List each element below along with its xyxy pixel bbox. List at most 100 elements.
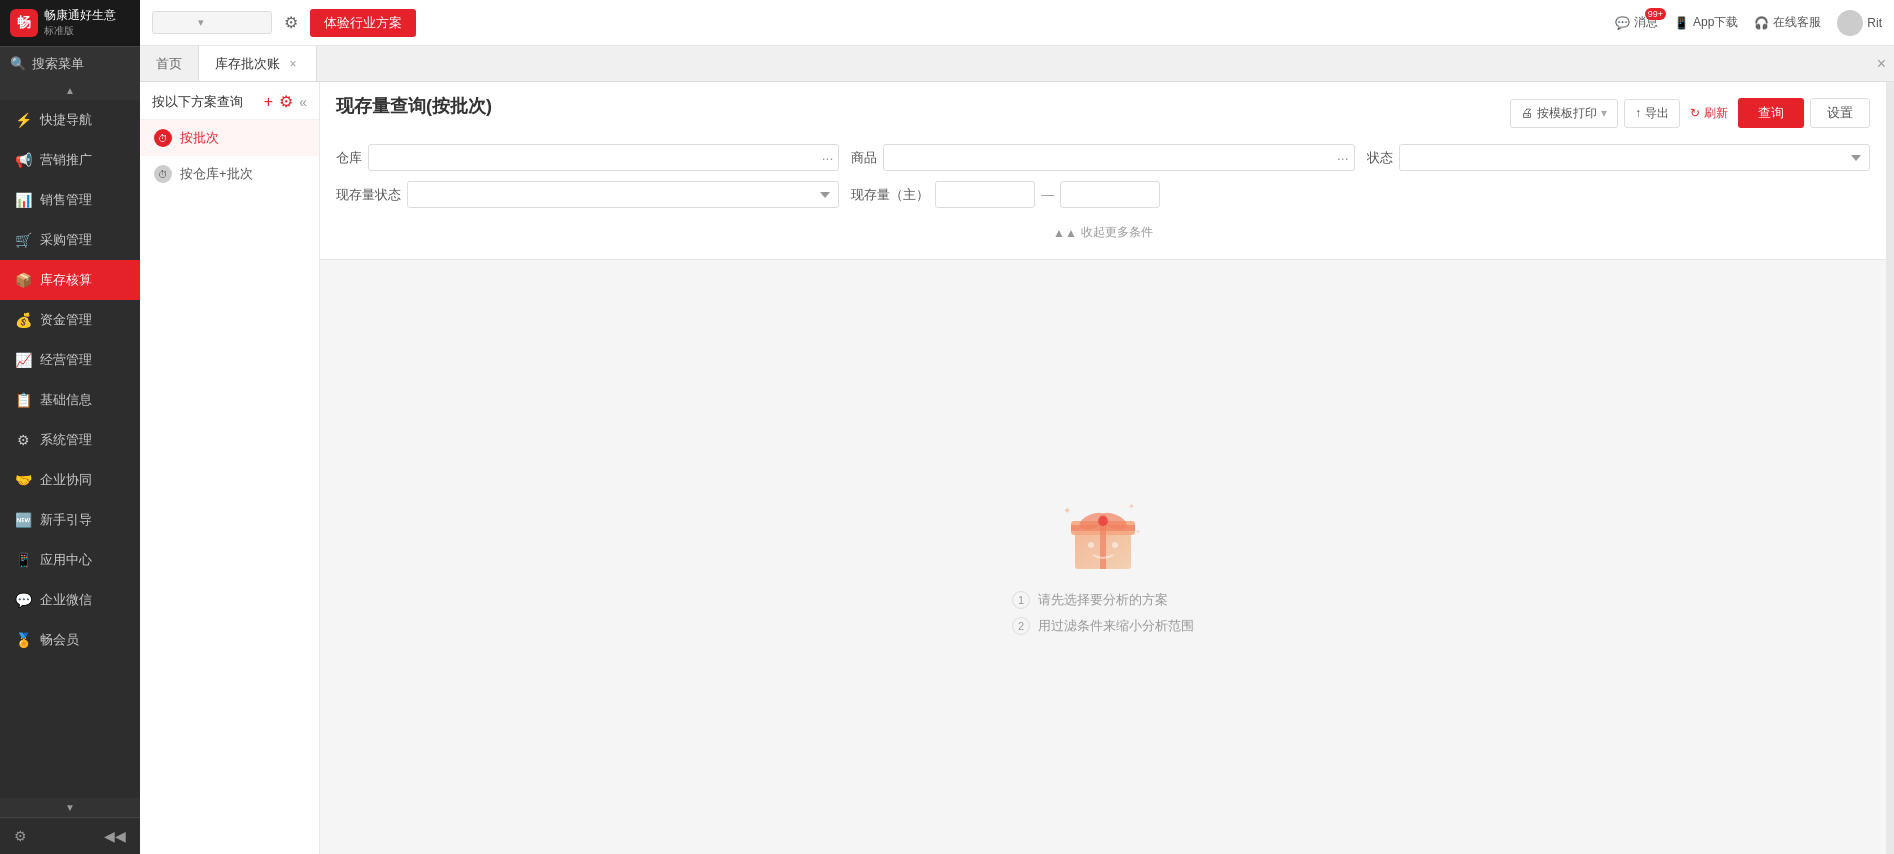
status-select[interactable]: 正常 停用 [1399, 144, 1870, 171]
online-service-action[interactable]: 🎧 在线客服 [1754, 14, 1821, 31]
messages-badge: 99+ [1645, 8, 1666, 20]
basic-icon: 📋 [14, 391, 32, 409]
guide-icon: 🆕 [14, 511, 32, 529]
sidebar-item-label: 资金管理 [40, 311, 92, 329]
marketing-icon: 📢 [14, 151, 32, 169]
sidebar-item-inventory[interactable]: 📦 库存核算 [0, 260, 140, 300]
filter-group-inventory-quantity: 现存量（主） — [851, 181, 1354, 208]
warehouse-input-wrap: ··· [368, 144, 839, 171]
search-label: 搜索菜单 [32, 55, 84, 73]
user-action[interactable]: Rit [1837, 10, 1882, 36]
sidebar-item-label: 快捷导航 [40, 111, 92, 129]
sidebar-item-member[interactable]: 🏅 畅会员 [0, 620, 140, 660]
sidebar-item-quicknav[interactable]: ⚡ 快捷导航 [0, 100, 140, 140]
messages-action[interactable]: 💬 消息 99+ [1615, 14, 1658, 31]
scheme-icon-warehouse-batch: ⏱ [154, 165, 172, 183]
purchase-icon: 🛒 [14, 231, 32, 249]
product-filter-label: 商品 [851, 149, 877, 167]
refresh-button[interactable]: ↻ 刷新 [1686, 100, 1732, 127]
collapse-label: 收起更多条件 [1081, 224, 1153, 241]
sidebar-item-enterprise[interactable]: 🤝 企业协同 [0, 460, 140, 500]
sidebar-item-label: 营销推广 [40, 151, 92, 169]
warehouse-filter-label: 仓库 [336, 149, 362, 167]
svg-text:✦: ✦ [1063, 505, 1071, 516]
svg-text:✦: ✦ [1128, 502, 1135, 511]
empty-steps: 1 请先选择要分析的方案 2 用过滤条件来缩小分析范围 [1012, 591, 1194, 635]
sidebar-item-purchase[interactable]: 🛒 采购管理 [0, 220, 140, 260]
svg-text:✦: ✦ [1135, 528, 1141, 535]
sidebar-item-system[interactable]: ⚙ 系统管理 [0, 420, 140, 460]
sidebar-item-wechat[interactable]: 💬 企业微信 [0, 580, 140, 620]
scheme-icon-batch: ⏱ [154, 129, 172, 147]
settings-icon[interactable]: ⚙ [14, 828, 27, 844]
quicknav-icon: ⚡ [14, 111, 32, 129]
tab-close-main-icon[interactable]: × [1877, 55, 1886, 73]
filter-group-product: 商品 ··· [851, 144, 1354, 171]
export-label: 导出 [1645, 105, 1669, 122]
range-separator: — [1041, 187, 1054, 202]
export-button[interactable]: ↑ 导出 [1624, 99, 1680, 128]
print-icon: 🖨 [1521, 106, 1533, 120]
sidebar-item-marketing[interactable]: 📢 营销推广 [0, 140, 140, 180]
sidebar-search[interactable]: 🔍 搜索菜单 [0, 47, 140, 81]
topbar-left: ▾ ⚙ 体验行业方案 [152, 9, 1605, 37]
left-panel-title: 按以下方案查询 [152, 93, 243, 111]
sidebar-item-sales[interactable]: 📊 销售管理 [0, 180, 140, 220]
scroll-down-button[interactable]: ▼ [0, 798, 140, 817]
query-button[interactable]: 查询 [1738, 98, 1804, 128]
empty-state: ✦ ✦ ✦ 1 请先选择要分析的方案 2 用过滤条件来缩小分析范围 [320, 260, 1886, 854]
tab-close-icon[interactable]: × [286, 57, 300, 71]
scroll-up-button[interactable]: ▲ [0, 81, 140, 100]
svg-point-7 [1088, 542, 1094, 548]
sidebar-item-finance[interactable]: 💰 资金管理 [0, 300, 140, 340]
app-download-action[interactable]: 📱 App下载 [1674, 14, 1738, 31]
topbar: ▾ ⚙ 体验行业方案 💬 消息 99+ 📱 App下载 🎧 在线客服 Rit [140, 0, 1894, 46]
template-print-dropdown-icon: ▾ [1601, 106, 1607, 120]
collapse-panel-icon[interactable]: « [299, 94, 307, 110]
sidebar-bottom: ⚙ ◀◀ [0, 817, 140, 854]
template-print-button[interactable]: 🖨 按模板打印 ▾ [1510, 99, 1618, 128]
scheme-settings-icon[interactable]: ⚙ [279, 92, 293, 111]
right-panel: 现存量查询(按批次) 🖨 按模板打印 ▾ ↑ 导出 ↻ [320, 82, 1886, 854]
sidebar-item-basic[interactable]: 📋 基础信息 [0, 380, 140, 420]
filter-row-1: 仓库 ··· 商品 ··· 状态 [336, 144, 1870, 171]
warehouse-dots-icon[interactable]: ··· [822, 150, 834, 166]
scheme-item-batch[interactable]: ⏱ 按批次 [140, 120, 319, 156]
product-input[interactable] [883, 144, 1354, 171]
left-panel-actions: + ⚙ « [264, 92, 307, 111]
refresh-icon: ↻ [1690, 106, 1700, 120]
scheme-item-warehouse-batch[interactable]: ⏱ 按仓库+批次 [140, 156, 319, 192]
settings-button[interactable]: 设置 [1810, 98, 1870, 128]
sidebar: 畅 畅康通好生意 标准版 🔍 搜索菜单 ▲ ⚡ 快捷导航 📢 营销推广 📊 销售… [0, 0, 140, 854]
sidebar-item-operations[interactable]: 📈 经营管理 [0, 340, 140, 380]
trial-button[interactable]: 体验行业方案 [310, 9, 416, 37]
product-dots-icon[interactable]: ··· [1337, 150, 1349, 166]
collapse-sidebar-icon[interactable]: ◀◀ [104, 828, 126, 844]
empty-illustration: ✦ ✦ ✦ [1053, 479, 1153, 579]
wechat-icon: 💬 [14, 591, 32, 609]
tab-inventory-batch[interactable]: 库存批次账 × [199, 46, 317, 81]
tab-inventory-batch-label: 库存批次账 [215, 55, 280, 73]
gear-icon[interactable]: ⚙ [280, 9, 302, 36]
warehouse-input[interactable] [368, 144, 839, 171]
add-scheme-icon[interactable]: + [264, 93, 273, 111]
sidebar-item-appcenter[interactable]: 📱 应用中心 [0, 540, 140, 580]
step-2-text: 用过滤条件来缩小分析范围 [1038, 617, 1194, 635]
sidebar-item-guide[interactable]: 🆕 新手引导 [0, 500, 140, 540]
inventory-status-select[interactable] [407, 181, 839, 208]
scheme-item-batch-label: 按批次 [180, 129, 219, 147]
filter-group-inventory-status: 现存量状态 [336, 181, 839, 208]
tab-home[interactable]: 首页 [140, 46, 199, 81]
product-input-wrap: ··· [883, 144, 1354, 171]
topbar-right: 💬 消息 99+ 📱 App下载 🎧 在线客服 Rit [1615, 10, 1882, 36]
inventory-quantity-label: 现存量（主） [851, 186, 929, 204]
member-icon: 🏅 [14, 631, 32, 649]
collapse-filters-button[interactable]: ▲▲ 收起更多条件 [336, 218, 1870, 247]
inventory-icon: 📦 [14, 271, 32, 289]
breadcrumb-chevron-icon: ▾ [198, 16, 204, 29]
quantity-max-input[interactable] [1060, 181, 1160, 208]
system-icon: ⚙ [14, 431, 32, 449]
page-title: 现存量查询(按批次) [336, 94, 492, 118]
quantity-min-input[interactable] [935, 181, 1035, 208]
breadcrumb-text [161, 15, 194, 30]
